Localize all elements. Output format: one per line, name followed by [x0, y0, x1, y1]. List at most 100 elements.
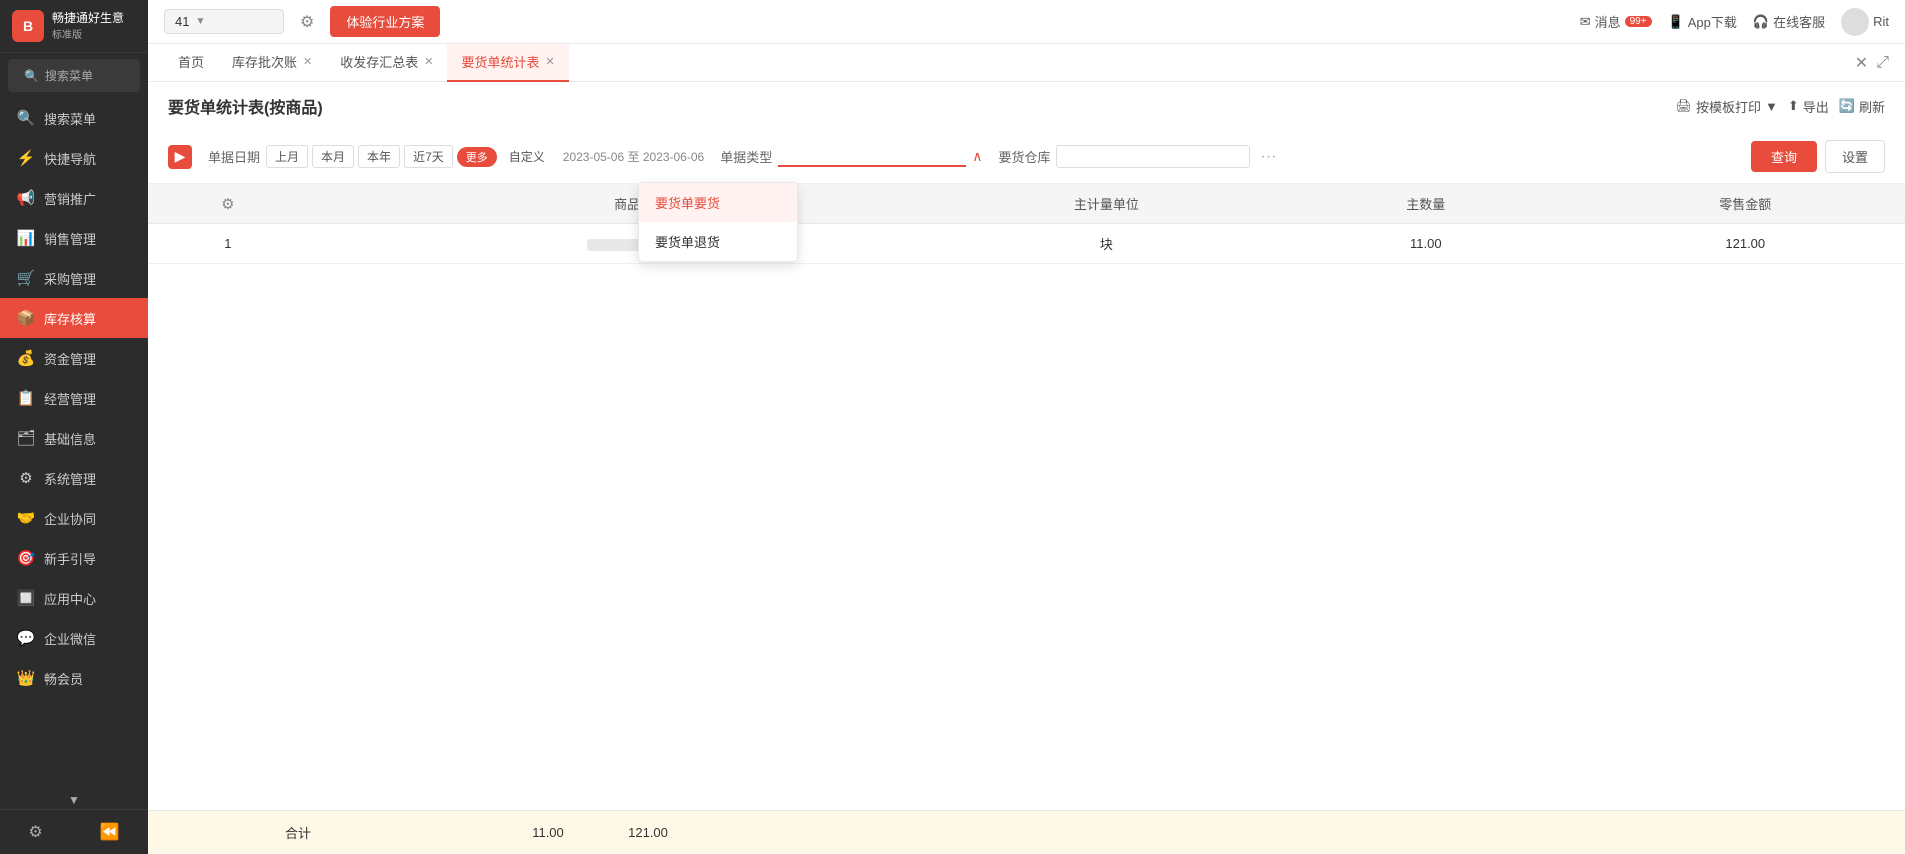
- tabs-close-all-btn[interactable]: ✕: [1855, 53, 1868, 73]
- cell-no: 1: [148, 224, 308, 264]
- date-this-year-btn[interactable]: 本年: [358, 145, 400, 168]
- sidebar-bottom: ⚙ ⏪: [0, 809, 148, 854]
- sidebar-item-label-search: 搜索菜单: [44, 109, 96, 128]
- collapse-icon[interactable]: ⏪: [96, 818, 124, 846]
- wechat-icon: 💬: [16, 628, 36, 648]
- date-more-btn[interactable]: 更多: [457, 147, 497, 167]
- sidebar: B 畅捷通好生意 标准版 🔍 搜索菜单 🔍 搜索菜单 ⚡ 快捷导航 📢 营销推广…: [0, 0, 148, 854]
- logo-icon: B: [12, 10, 44, 42]
- sidebar-item-guide[interactable]: 🎯 新手引导: [0, 538, 148, 578]
- date-this-month-btn[interactable]: 本月: [312, 145, 354, 168]
- search-icon: 🔍: [16, 108, 36, 128]
- dropdown-item-return[interactable]: 要货单退货: [639, 222, 797, 261]
- page-header: 要货单统计表(按商品) 🖨 按模板打印 ▼ ⬆ 导出 🔄 刷新: [148, 82, 1905, 130]
- tabs-expand-btn[interactable]: ⤢: [1876, 53, 1889, 73]
- filter-actions: 查询 设置: [1751, 140, 1885, 173]
- store-selector[interactable]: 41 ▼: [164, 9, 284, 34]
- sidebar-item-finance[interactable]: 💰 资金管理: [0, 338, 148, 378]
- store-dropdown-arrow: ▼: [195, 16, 205, 27]
- settings-button[interactable]: 设置: [1825, 140, 1885, 173]
- messages-btn[interactable]: ✉ 消息 99+: [1580, 12, 1652, 31]
- date-custom-btn[interactable]: 自定义: [501, 146, 553, 167]
- tab-batch-label: 库存批次账: [232, 52, 297, 71]
- sidebar-item-label-purchase: 采购管理: [44, 269, 96, 288]
- table-container: ⚙ 商品 主计量单位 主数量 零售金额 1 块: [148, 184, 1905, 810]
- date-7days-btn[interactable]: 近7天: [404, 145, 453, 168]
- sidebar-item-system[interactable]: ⚙ 系统管理: [0, 458, 148, 498]
- page-title-row: 要货单统计表(按商品) 🖨 按模板打印 ▼ ⬆ 导出 🔄 刷新: [168, 94, 1885, 118]
- tabs-actions: ✕ ⤢: [1855, 53, 1889, 73]
- sidebar-item-inventory[interactable]: 📦 库存核算: [0, 298, 148, 338]
- sidebar-search[interactable]: 🔍 搜索菜单: [8, 59, 140, 92]
- sidebar-nav: 🔍 搜索菜单 ⚡ 快捷导航 📢 营销推广 📊 销售管理 🛒 采购管理 📦 库存核…: [0, 98, 148, 791]
- refresh-button[interactable]: 🔄 刷新: [1839, 97, 1885, 116]
- sidebar-item-label-guide: 新手引导: [44, 549, 96, 568]
- warehouse-filter-input[interactable]: [1056, 145, 1250, 168]
- user-name: Rit: [1873, 14, 1889, 29]
- tab-batch-close[interactable]: ✕: [303, 55, 312, 68]
- main-content: 41 ▼ ⚙ 体验行业方案 ✉ 消息 99+ 📱 App下载 🎧 在线客服 R: [148, 0, 1905, 854]
- operations-icon: 📋: [16, 388, 36, 408]
- date-shortcuts: 上月 本月 本年 近7天 更多 自定义: [266, 145, 553, 168]
- sidebar-item-shortcut[interactable]: ⚡ 快捷导航: [0, 138, 148, 178]
- service-icon: 🎧: [1753, 14, 1769, 30]
- topbar-gear-icon[interactable]: ⚙: [296, 8, 318, 36]
- col-header-settings[interactable]: ⚙: [148, 184, 308, 224]
- sidebar-item-basic[interactable]: 🗂 基础信息: [0, 418, 148, 458]
- sidebar-item-sales[interactable]: 📊 销售管理: [0, 218, 148, 258]
- filter-bar: ▶ 单据日期 上月 本月 本年 近7天 更多 自定义 2023-05-06 至 …: [148, 130, 1905, 184]
- sidebar-item-enterprise[interactable]: 🤝 企业协同: [0, 498, 148, 538]
- type-filter-input[interactable]: [778, 146, 966, 167]
- tab-order-stat-label: 要货单统计表: [461, 52, 539, 71]
- message-label: 消息: [1595, 12, 1621, 31]
- query-button[interactable]: 查询: [1751, 141, 1817, 172]
- user-menu[interactable]: Rit: [1841, 8, 1889, 36]
- tab-home[interactable]: 首页: [164, 44, 218, 82]
- sidebar-item-apps[interactable]: 🔲 应用中心: [0, 578, 148, 618]
- logo-text-block: 畅捷通好生意 标准版: [52, 11, 124, 42]
- app-download-btn[interactable]: 📱 App下载: [1668, 12, 1737, 31]
- export-button[interactable]: ⬆ 导出: [1788, 97, 1829, 116]
- store-number: 41: [175, 14, 189, 29]
- basic-icon: 🗂: [16, 428, 36, 448]
- scroll-down-icon[interactable]: ▼: [68, 793, 80, 807]
- sidebar-item-operations[interactable]: 📋 经营管理: [0, 378, 148, 418]
- trial-button[interactable]: 体验行业方案: [330, 6, 440, 37]
- sidebar-item-marketing[interactable]: 📢 营销推广: [0, 178, 148, 218]
- tab-collect[interactable]: 收发存汇总表 ✕: [326, 44, 447, 82]
- sidebar-item-wechat[interactable]: 💬 企业微信: [0, 618, 148, 658]
- sidebar-item-label-enterprise: 企业协同: [44, 509, 96, 528]
- sidebar-item-purchase[interactable]: 🛒 采购管理: [0, 258, 148, 298]
- print-arrow-icon: ▼: [1765, 99, 1778, 114]
- apps-icon: 🔲: [16, 588, 36, 608]
- footer-qty: 11.00: [498, 825, 598, 840]
- warehouse-more-icon[interactable]: ···: [1260, 148, 1276, 166]
- footer-amount: 121.00: [598, 825, 698, 840]
- system-icon: ⚙: [16, 468, 36, 488]
- tab-order-stat[interactable]: 要货单统计表 ✕: [447, 44, 568, 82]
- settings-icon[interactable]: ⚙: [24, 818, 46, 846]
- print-button[interactable]: 🖨 按模板打印 ▼: [1675, 97, 1777, 116]
- sidebar-item-member[interactable]: 👑 畅会员: [0, 658, 148, 698]
- sidebar-item-label-marketing: 营销推广: [44, 189, 96, 208]
- cell-amount: 121.00: [1586, 224, 1905, 264]
- table-footer: 合计 11.00 121.00: [148, 810, 1905, 854]
- cell-product: [308, 224, 947, 264]
- tab-order-stat-close[interactable]: ✕: [546, 55, 555, 68]
- export-icon: ⬆: [1788, 98, 1799, 114]
- logo-version: 标准版: [52, 26, 124, 41]
- tab-batch[interactable]: 库存批次账 ✕: [218, 44, 326, 82]
- sidebar-item-search[interactable]: 🔍 搜索菜单: [0, 98, 148, 138]
- type-filter-arrow-icon[interactable]: ∧: [972, 148, 982, 165]
- tabs-bar: 首页 库存批次账 ✕ 收发存汇总表 ✕ 要货单统计表 ✕ ✕ ⤢: [148, 44, 1905, 82]
- dropdown-item-order[interactable]: 要货单要货: [639, 183, 797, 222]
- marketing-icon: 📢: [16, 188, 36, 208]
- sidebar-item-label-shortcut: 快捷导航: [44, 149, 96, 168]
- sidebar-scroll-down[interactable]: ▼: [0, 791, 148, 809]
- customer-service-btn[interactable]: 🎧 在线客服: [1753, 12, 1825, 31]
- col-settings-icon[interactable]: ⚙: [221, 196, 234, 213]
- user-avatar: [1841, 8, 1869, 36]
- date-prev-month-btn[interactable]: 上月: [266, 145, 308, 168]
- tab-collect-close[interactable]: ✕: [424, 55, 433, 68]
- filter-expand-button[interactable]: ▶: [168, 145, 192, 169]
